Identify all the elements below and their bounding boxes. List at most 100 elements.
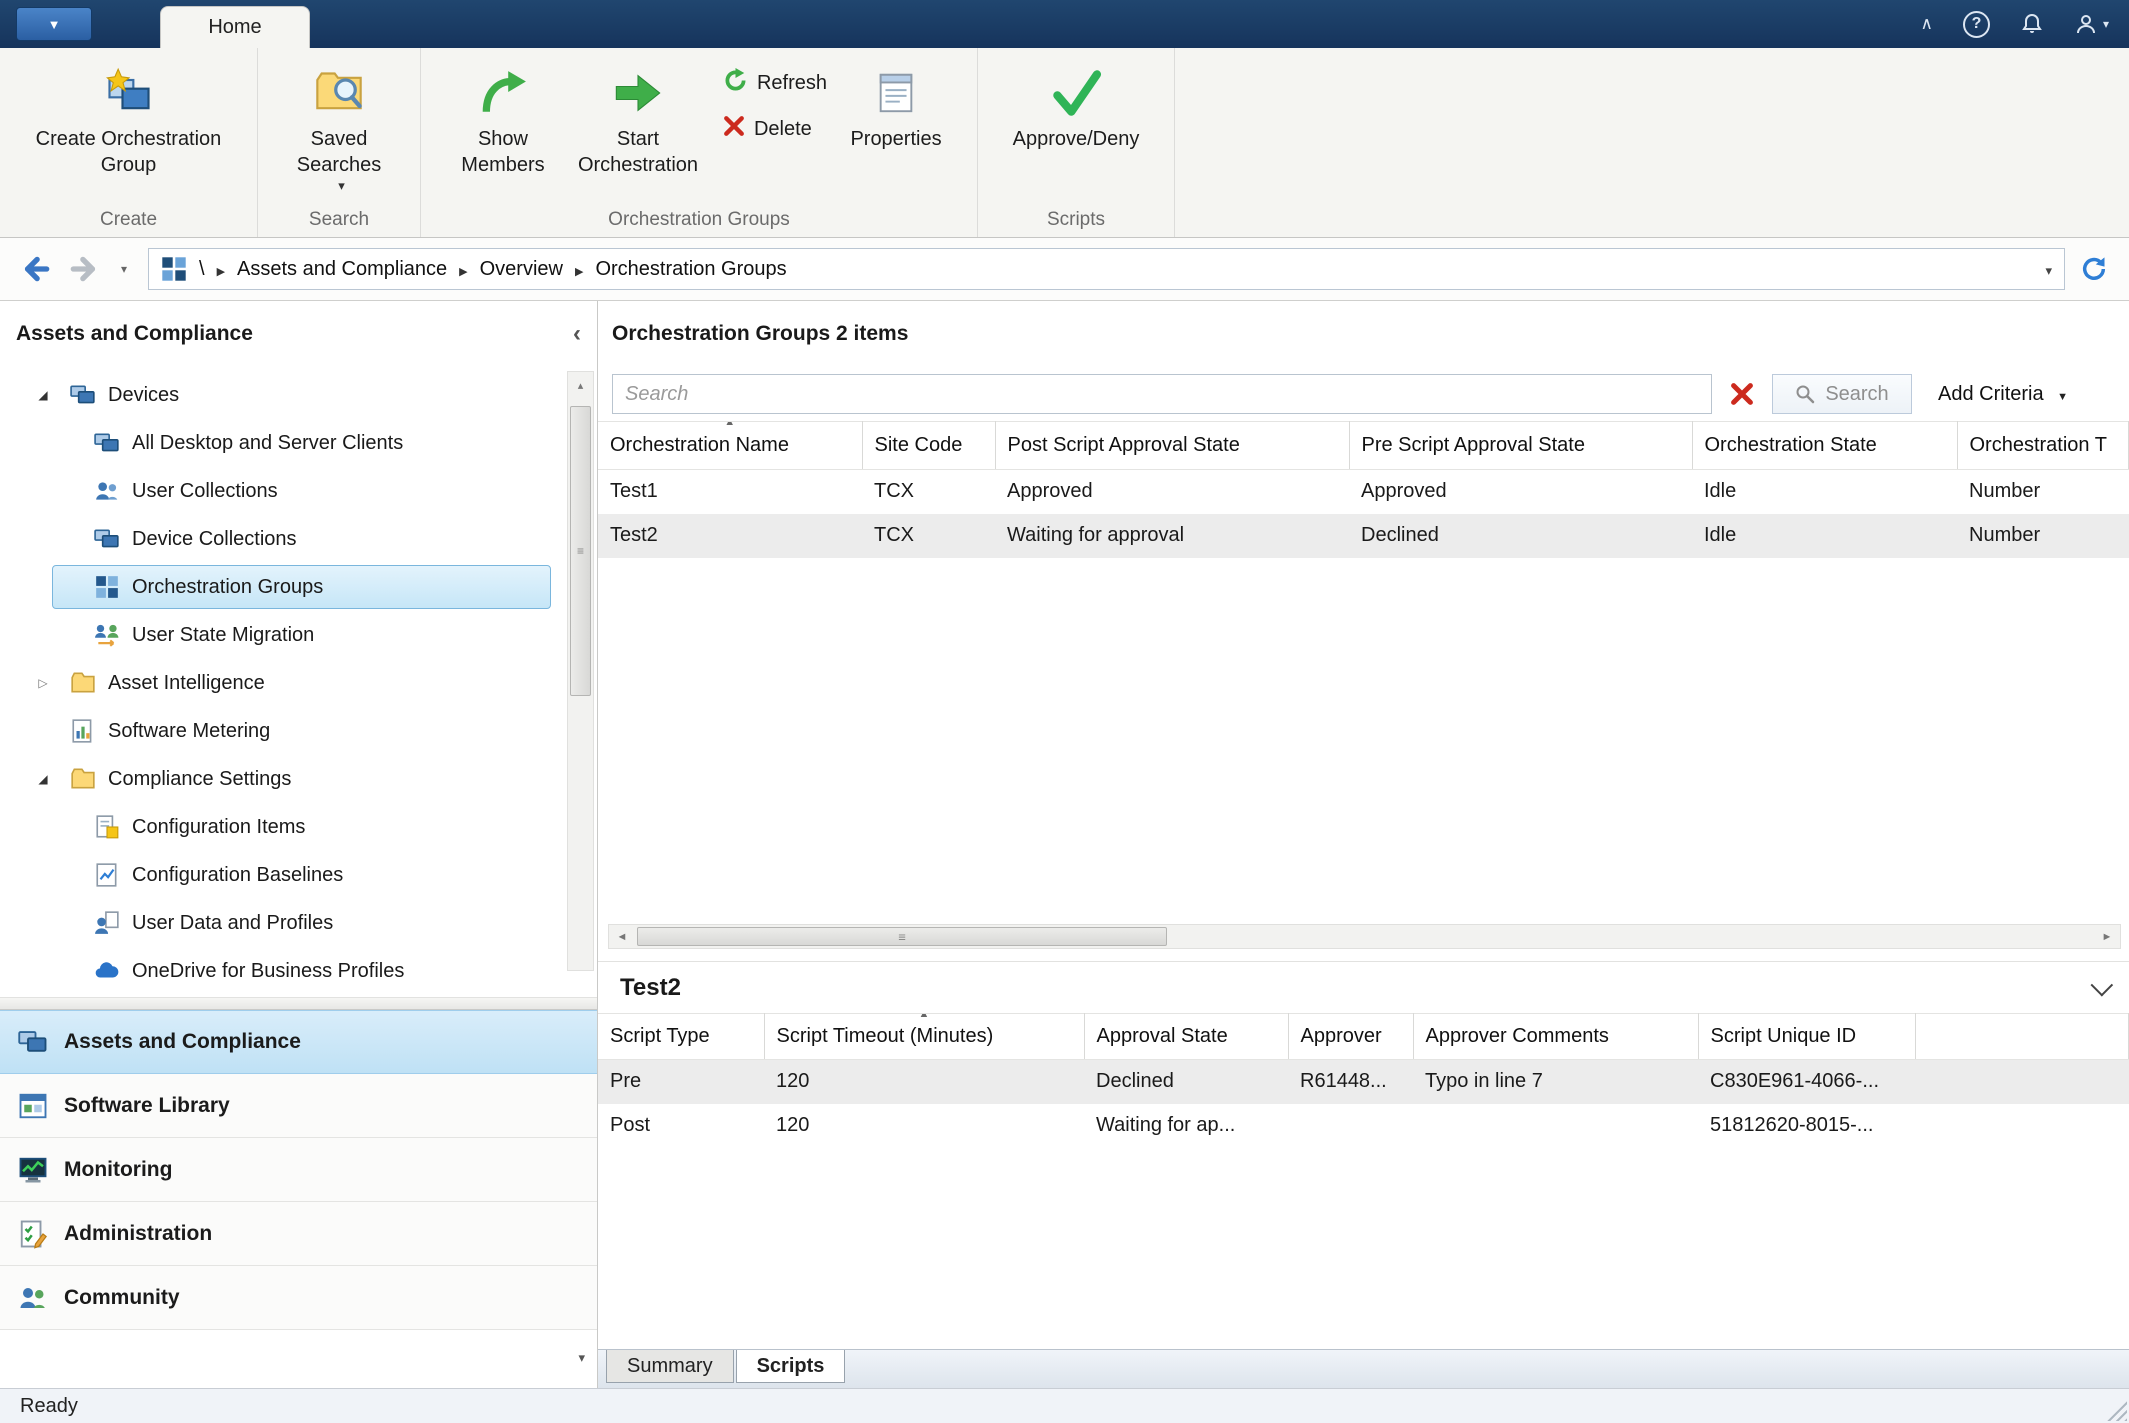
search-input[interactable] [612,374,1712,414]
workspace-monitoring[interactable]: Monitoring [0,1138,597,1202]
home-tab-label: Home [208,16,261,39]
collapse-detail-icon[interactable] [2091,973,2114,996]
application-menu-button[interactable]: ▼ [16,7,92,41]
tab-scripts[interactable]: Scripts [736,1350,846,1383]
column-header-pre-script-approval-state[interactable]: Pre Script Approval State [1349,422,1692,470]
workspace-label: Community [64,1286,180,1310]
workspace-label: Assets and Compliance [64,1030,301,1054]
scroll-left-icon[interactable] [609,925,635,948]
create-orchestration-group-button[interactable]: Create Orchestration Group [13,56,245,182]
column-header-script-unique-id[interactable]: Script Unique ID [1698,1014,1915,1060]
breadcrumb-item-orchestration-groups[interactable]: Orchestration Groups [595,258,786,281]
refresh-node-icon[interactable] [2073,248,2115,290]
breadcrumb[interactable]: \ Assets and Compliance Overview Orchest… [148,248,2065,290]
workspace-label: Software Library [64,1094,230,1118]
scroll-up-icon[interactable] [568,372,593,398]
configuration-items-icon [94,814,120,840]
search-button[interactable]: Search [1772,374,1912,414]
expander-icon[interactable] [32,676,54,690]
forward-button[interactable] [64,248,106,290]
navigation-pane-title: Assets and Compliance [16,322,253,346]
tree-item-orchestration-groups[interactable]: Orchestration Groups [0,563,597,611]
column-header-script-timeout[interactable]: Script Timeout (Minutes) [764,1014,1084,1060]
approve-deny-button[interactable]: Approve/Deny [991,56,1161,156]
resize-grip[interactable] [2107,1401,2127,1421]
column-header-approval-state[interactable]: Approval State [1084,1014,1288,1060]
button-label: Start Orchestration [569,126,707,178]
table-row[interactable]: Test2 TCX Waiting for approval Declined … [598,514,2129,558]
column-header-approver[interactable]: Approver [1288,1014,1413,1060]
tree-item-compliance-settings[interactable]: Compliance Settings [0,755,597,803]
assets-and-compliance-icon [18,1027,48,1057]
clear-search-icon[interactable] [1724,376,1760,412]
add-criteria-dropdown[interactable]: Add Criteria [1938,383,2068,406]
cell-orchestration-state: Idle [1692,470,1957,514]
button-label: Approve/Deny [1013,126,1140,152]
column-header-script-type[interactable]: Script Type [598,1014,764,1060]
tree-item-user-collections[interactable]: User Collections [0,467,597,515]
breadcrumb-item-overview[interactable]: Overview [480,258,563,281]
cell-approver [1288,1104,1413,1148]
tree-item-configuration-items[interactable]: Configuration Items [0,803,597,851]
workspace-assets-and-compliance[interactable]: Assets and Compliance [0,1010,597,1074]
breadcrumb-dropdown-icon[interactable] [2045,258,2052,281]
properties-button[interactable]: Properties [837,56,955,156]
scrollbar-thumb[interactable]: ≡ [637,927,1167,946]
refresh-button[interactable]: Refresh [723,68,827,99]
tree-item-all-desktop-and-server-clients[interactable]: All Desktop and Server Clients [0,419,597,467]
tree-scrollbar[interactable]: ≡ [567,371,594,971]
notifications-bell-icon[interactable] [2020,12,2044,36]
status-text: Ready [20,1395,78,1418]
start-orchestration-button[interactable]: Start Orchestration [563,56,713,182]
tree-item-software-metering[interactable]: Software Metering [0,707,597,755]
breadcrumb-item-assets-and-compliance[interactable]: Assets and Compliance [237,258,447,281]
tree-item-device-collections[interactable]: Device Collections [0,515,597,563]
collapse-ribbon-icon[interactable]: ∧ [1921,14,1933,34]
show-members-button[interactable]: Show Members [443,56,563,182]
help-icon[interactable]: ? [1963,11,1990,38]
scrollbar-thumb[interactable]: ≡ [570,406,591,696]
column-header-orchestration-state[interactable]: Orchestration State [1692,422,1957,470]
tree-item-onedrive-for-business-profiles[interactable]: OneDrive for Business Profiles [0,947,597,995]
tree-item-asset-intelligence[interactable]: Asset Intelligence [0,659,597,707]
tab-summary[interactable]: Summary [606,1350,734,1383]
tree-item-configuration-baselines[interactable]: Configuration Baselines [0,851,597,899]
horizontal-scrollbar[interactable]: ≡ [608,924,2121,949]
workspace-community[interactable]: Community [0,1266,597,1330]
tree-item-devices[interactable]: Devices [0,371,597,419]
ribbon-group-scripts: Approve/Deny Scripts [978,48,1175,237]
ribbon-group-orchestration-groups: Show Members Start Orchestration Refresh [421,48,978,237]
workspace-administration[interactable]: Administration [0,1202,597,1266]
collapse-pane-icon[interactable]: ‹ [573,322,581,346]
tree-item-user-state-migration[interactable]: User State Migration [0,611,597,659]
expander-icon[interactable] [32,388,54,402]
table-row[interactable]: Pre 120 Declined R61448... Typo in line … [598,1060,2129,1104]
column-header-post-script-approval-state[interactable]: Post Script Approval State [995,422,1349,470]
detail-header: Test2 [598,961,2129,1013]
scroll-right-icon[interactable] [2094,925,2120,948]
pane-splitter[interactable] [0,997,597,1009]
breadcrumb-root[interactable]: \ [199,258,205,281]
user-account-button[interactable]: ▾ [2074,12,2109,36]
table-row[interactable]: Post 120 Waiting for ap... 51812620-8015… [598,1104,2129,1148]
delete-button[interactable]: Delete [723,115,827,143]
column-header-approver-comments[interactable]: Approver Comments [1413,1014,1698,1060]
back-button[interactable] [14,248,56,290]
cell-approver-comments [1413,1104,1698,1148]
workspace-configure-icon[interactable] [578,1350,585,1366]
tree-item-user-data-and-profiles[interactable]: User Data and Profiles [0,899,597,947]
workspace-software-library[interactable]: Software Library [0,1074,597,1138]
cell-approval-state: Declined [1084,1060,1288,1104]
ribbon-tab-home[interactable]: Home [160,6,310,48]
saved-searches-button[interactable]: Saved Searches [269,56,409,198]
table-header-row: Orchestration Name Site Code Post Script… [598,422,2129,470]
column-header-site-code[interactable]: Site Code [862,422,995,470]
column-header-orchestration-name[interactable]: Orchestration Name [598,422,862,470]
table-row[interactable]: Test1 TCX Approved Approved Idle Number [598,470,2129,514]
monitoring-icon [18,1155,48,1185]
recent-locations-dropdown-icon[interactable] [114,262,134,276]
ribbon-empty-space [1175,48,2129,237]
expander-icon[interactable] [32,772,54,786]
delete-icon [723,115,745,143]
column-header-orchestration-type[interactable]: Orchestration T [1957,422,2129,470]
